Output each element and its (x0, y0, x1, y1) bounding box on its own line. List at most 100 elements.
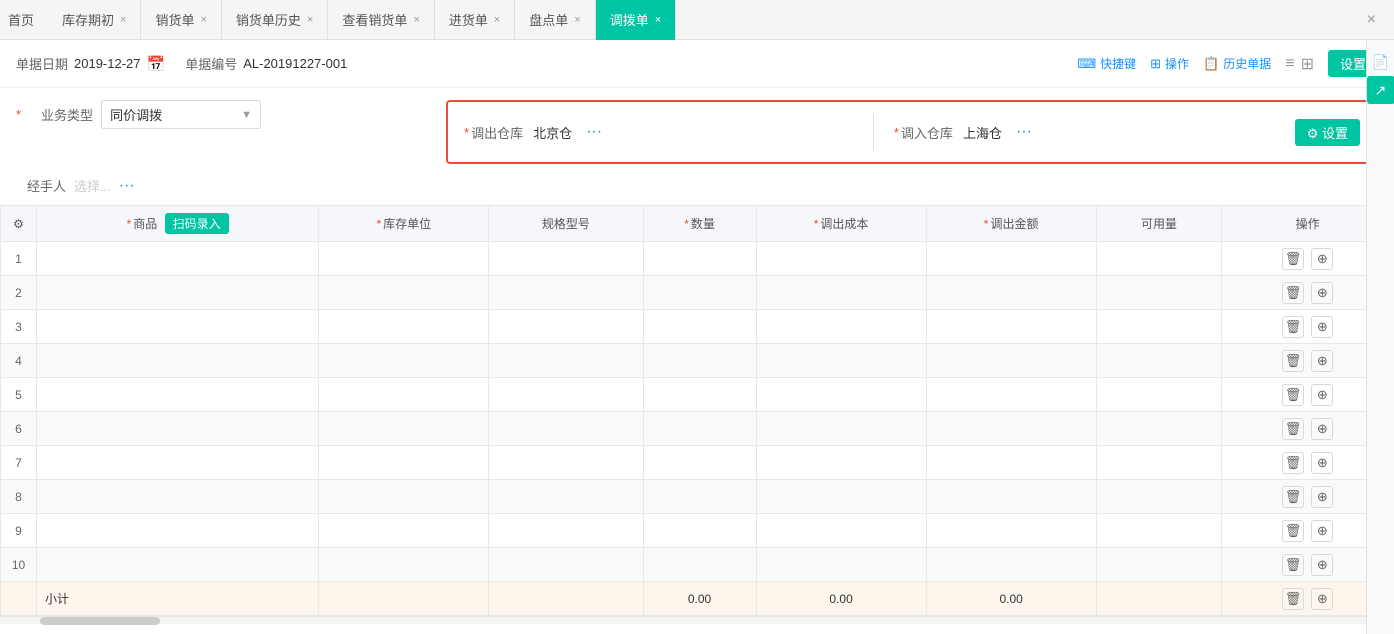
table-cell-qty[interactable] (643, 514, 756, 548)
list-view-icon[interactable]: ≡ (1285, 55, 1294, 73)
shortcut-btn[interactable]: ⌨ 快捷键 (1077, 55, 1136, 72)
delete-icon[interactable]: 🗑 (1282, 520, 1304, 542)
table-cell-spec (489, 242, 643, 276)
table-cell-cost[interactable] (756, 242, 926, 276)
table-cell-product[interactable] (37, 548, 319, 582)
table-cell-qty[interactable] (643, 242, 756, 276)
delete-icon[interactable]: 🗑 (1282, 452, 1304, 474)
copy-icon[interactable]: ⊕ (1311, 588, 1333, 610)
table-cell-amount[interactable] (926, 310, 1096, 344)
table-cell-product[interactable] (37, 480, 319, 514)
table-cell-spec (489, 344, 643, 378)
table-cell-qty[interactable] (643, 480, 756, 514)
delete-icon[interactable]: 🗑 (1282, 588, 1304, 610)
table-cell-qty[interactable] (643, 446, 756, 480)
tab-inventory-init[interactable]: 库存期初 × (48, 0, 141, 40)
table-cell-cost[interactable] (756, 480, 926, 514)
table-cell-amount[interactable] (926, 514, 1096, 548)
grid-view-icon[interactable]: ⊞ (1301, 54, 1314, 74)
close-all-tabs[interactable]: × (1357, 11, 1386, 29)
copy-icon[interactable]: ⊕ (1311, 350, 1333, 372)
action-btn[interactable]: ⊞ 操作 (1150, 55, 1189, 72)
table-cell-cost[interactable] (756, 310, 926, 344)
copy-icon[interactable]: ⊕ (1311, 554, 1333, 576)
close-tab-inventory-init[interactable]: × (120, 14, 126, 26)
close-tab-transfer[interactable]: × (655, 14, 661, 26)
table-cell-cost[interactable] (756, 514, 926, 548)
table-cell-qty[interactable] (643, 548, 756, 582)
table-cell-product[interactable] (37, 514, 319, 548)
person-input[interactable]: 选择... (74, 176, 111, 195)
table-cell-product[interactable] (37, 378, 319, 412)
table-header-settings[interactable]: ⚙ (1, 206, 37, 242)
delete-icon[interactable]: 🗑 (1282, 350, 1304, 372)
table-cell-product[interactable] (37, 310, 319, 344)
table-cell-cost[interactable] (756, 276, 926, 310)
warehouse-setting-btn[interactable]: ⚙ 设置 (1295, 119, 1360, 146)
person-more[interactable]: ··· (119, 177, 135, 195)
table-cell-cost[interactable] (756, 548, 926, 582)
close-tab-view-sales[interactable]: × (413, 14, 419, 26)
table-cell-qty[interactable] (643, 378, 756, 412)
copy-icon[interactable]: ⊕ (1311, 384, 1333, 406)
out-warehouse-more[interactable]: ··· (586, 123, 602, 141)
calendar-icon[interactable]: 📅 (147, 55, 166, 73)
table-cell-amount[interactable] (926, 344, 1096, 378)
table-cell-qty[interactable] (643, 276, 756, 310)
tab-view-sales[interactable]: 查看销货单 × (328, 0, 434, 40)
close-tab-inventory-count[interactable]: × (574, 14, 580, 26)
table-cell-cost[interactable] (756, 446, 926, 480)
table-cell-qty[interactable] (643, 344, 756, 378)
table-cell-cost[interactable] (756, 344, 926, 378)
delete-icon[interactable]: 🗑 (1282, 384, 1304, 406)
delete-icon[interactable]: 🗑 (1282, 248, 1304, 270)
close-tab-sales-order[interactable]: × (200, 14, 206, 26)
table-cell-amount[interactable] (926, 276, 1096, 310)
tab-purchase[interactable]: 进货单 × (435, 0, 515, 40)
table-cell-product[interactable] (37, 412, 319, 446)
sidebar-doc-icon[interactable]: 📄 (1369, 50, 1393, 74)
tab-inventory-count[interactable]: 盘点单 × (515, 0, 595, 40)
copy-icon[interactable]: ⊕ (1311, 418, 1333, 440)
table-cell-available (1096, 514, 1222, 548)
copy-icon[interactable]: ⊕ (1311, 520, 1333, 542)
delete-icon[interactable]: 🗑 (1282, 554, 1304, 576)
table-cell-amount[interactable] (926, 412, 1096, 446)
business-type-select[interactable]: 同价调拨 ▼ (101, 100, 261, 129)
tab-sales-order[interactable]: 销货单 × (141, 0, 221, 40)
table-cell-qty[interactable] (643, 412, 756, 446)
table-cell-qty[interactable] (643, 310, 756, 344)
tab-transfer[interactable]: 调拨单 × (596, 0, 676, 40)
scan-input-btn[interactable]: 扫码录入 (165, 213, 229, 234)
close-tab-purchase[interactable]: × (494, 14, 500, 26)
table-cell-product[interactable] (37, 276, 319, 310)
history-btn[interactable]: 📋 历史单据 (1203, 55, 1271, 72)
in-warehouse-more[interactable]: ··· (1016, 123, 1032, 141)
table-cell-amount[interactable] (926, 378, 1096, 412)
table-cell-amount[interactable] (926, 548, 1096, 582)
copy-icon[interactable]: ⊕ (1311, 486, 1333, 508)
horizontal-scrollbar[interactable] (0, 616, 1394, 624)
table-cell-unit (319, 242, 489, 276)
sidebar-export-icon[interactable]: ↗ (1367, 76, 1394, 104)
table-cell-amount[interactable] (926, 480, 1096, 514)
copy-icon[interactable]: ⊕ (1311, 316, 1333, 338)
delete-icon[interactable]: 🗑 (1282, 316, 1304, 338)
table-cell-cost[interactable] (756, 378, 926, 412)
delete-icon[interactable]: 🗑 (1282, 486, 1304, 508)
table-cell-product[interactable] (37, 242, 319, 276)
tab-home[interactable]: 首页 (8, 0, 48, 40)
table-cell-cost[interactable] (756, 412, 926, 446)
copy-icon[interactable]: ⊕ (1311, 248, 1333, 270)
table-cell-amount[interactable] (926, 242, 1096, 276)
table-cell-product[interactable] (37, 344, 319, 378)
table-cell-product[interactable] (37, 446, 319, 480)
table-cell-amount[interactable] (926, 446, 1096, 480)
tab-sales-history[interactable]: 销货单历史 × (222, 0, 328, 40)
scroll-thumb[interactable] (40, 617, 160, 625)
close-tab-sales-history[interactable]: × (307, 14, 313, 26)
copy-icon[interactable]: ⊕ (1311, 452, 1333, 474)
copy-icon[interactable]: ⊕ (1311, 282, 1333, 304)
delete-icon[interactable]: 🗑 (1282, 282, 1304, 304)
delete-icon[interactable]: 🗑 (1282, 418, 1304, 440)
